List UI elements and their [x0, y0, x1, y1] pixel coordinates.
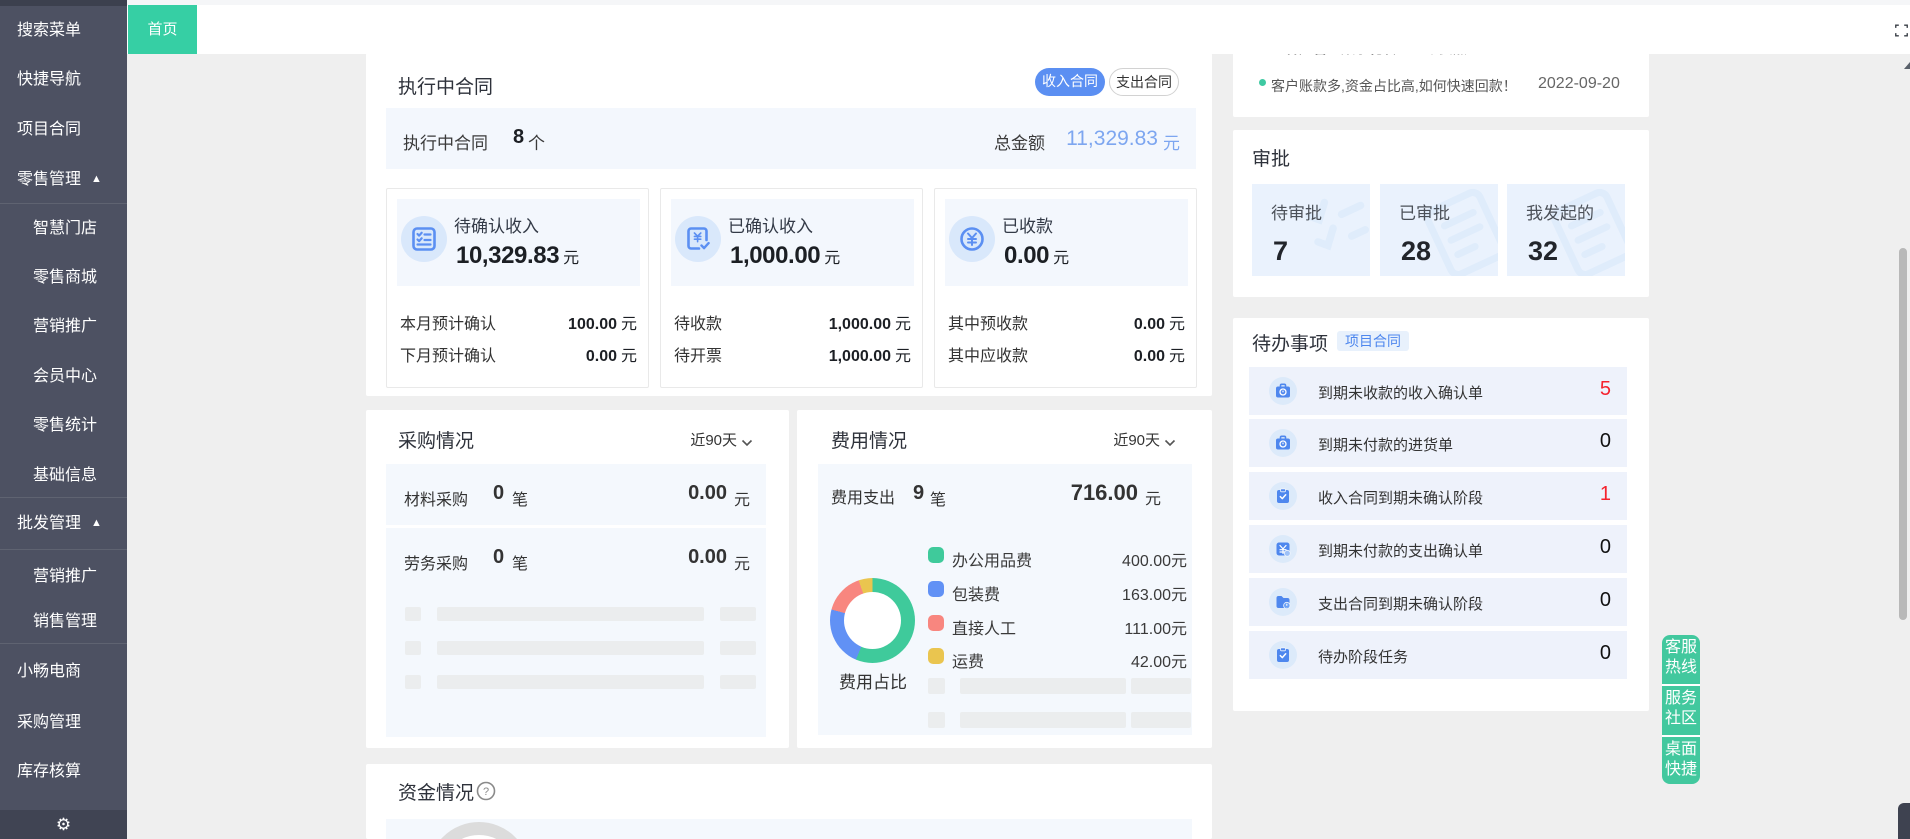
- svg-text:?: ?: [483, 786, 489, 798]
